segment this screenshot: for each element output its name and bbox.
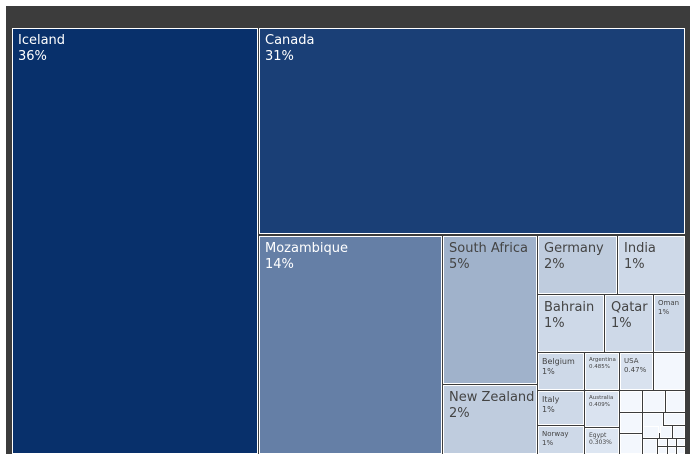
treemap-tile-small [620, 391, 642, 412]
tile-value: 1% [658, 307, 670, 316]
tile-label: Belgium [542, 357, 575, 366]
tile-label: Egypt [589, 432, 607, 439]
treemap-tile-small [668, 439, 676, 446]
tile-value: 31% [265, 48, 294, 64]
tile-label: Italy [542, 395, 560, 404]
tile-value: 1% [542, 404, 555, 414]
treemap-tile-new-zealand: New Zealand 2% [443, 385, 537, 454]
treemap-tile-canada: Canada 31% [259, 28, 685, 234]
tile-value: 1% [544, 315, 565, 331]
treemap-tile-belgium: Belgium 1% [538, 353, 584, 390]
tile-value: 1% [624, 256, 645, 272]
tile-value: 0.303% [589, 439, 612, 447]
tile-label: Argentina [589, 357, 616, 363]
tile-value: 5% [449, 256, 470, 272]
treemap-tile-egypt: Egypt 0.303% [585, 428, 619, 454]
tile-value: 1% [542, 366, 555, 376]
tile-label: Oman [658, 299, 680, 307]
tile-value: 14% [265, 256, 294, 272]
treemap-tile-qatar: Qatar 1% [605, 295, 653, 352]
treemap-tile-small [643, 391, 665, 412]
tile-label: Qatar [611, 300, 648, 315]
tile-label: Norway [542, 430, 569, 438]
treemap-tile-small [620, 434, 642, 454]
treemap-tile-bahrain: Bahrain 1% [538, 295, 604, 352]
tile-label: Iceland [18, 33, 66, 48]
tile-value: 2% [449, 405, 470, 421]
tile-value: 36% [18, 48, 47, 64]
tile-value: 1% [611, 315, 632, 331]
treemap-tile-italy: Italy 1% [538, 391, 584, 425]
tile-label: USA [624, 357, 639, 365]
treemap-tile-small [658, 447, 667, 454]
treemap-tile-australia: Australia 0.409% [585, 391, 619, 427]
treemap-tile-small [654, 353, 685, 390]
tile-value: 0.485% [589, 363, 610, 370]
treemap-tile-small [677, 439, 685, 446]
tile-label: Canada [265, 33, 315, 48]
tile-label: New Zealand [449, 390, 535, 405]
tile-value: 0.409% [589, 401, 610, 408]
treemap-tile-norway: Norway 1% [538, 426, 584, 454]
treemap-tile-small [643, 426, 659, 438]
treemap-tile-mozambique: Mozambique 14% [259, 236, 442, 454]
treemap-tile-small [666, 391, 685, 412]
treemap-tile-argentina: Argentina 0.485% [585, 353, 619, 390]
treemap-tile-usa: USA 0.47% [620, 353, 653, 390]
tile-label: India [624, 241, 656, 256]
treemap-tile-iceland: Iceland 36% [12, 28, 258, 454]
tile-label: Australia [589, 395, 614, 401]
treemap-tile-small [673, 426, 685, 438]
tile-label: Mozambique [265, 241, 348, 256]
tile-value: 0.47% [624, 365, 647, 374]
tile-label: Bahrain [544, 300, 595, 315]
treemap-chart: Iceland 36% Canada 31% Mozambique 14% South Af… [0, 0, 692, 454]
treemap-tile-small [668, 447, 676, 454]
treemap-tile-small [664, 413, 685, 425]
treemap-plot-area: Iceland 36% Canada 31% Mozambique 14% South Af… [6, 6, 690, 454]
tile-label: South Africa [449, 241, 528, 256]
treemap-tile-small [658, 439, 667, 446]
treemap-tile-germany: Germany 2% [538, 236, 617, 294]
treemap-tile-south-africa: South Africa 5% [443, 236, 537, 384]
tile-value: 1% [542, 438, 554, 447]
tile-label: Germany [544, 241, 604, 256]
tile-value: 2% [544, 256, 565, 272]
treemap-tile-small [660, 426, 672, 438]
treemap-tile-small [677, 447, 685, 454]
treemap-tile-small [620, 413, 642, 433]
treemap-tile-small [643, 439, 657, 454]
treemap-tile-india: India 1% [618, 236, 685, 294]
treemap-tile-oman: Oman 1% [654, 295, 685, 352]
